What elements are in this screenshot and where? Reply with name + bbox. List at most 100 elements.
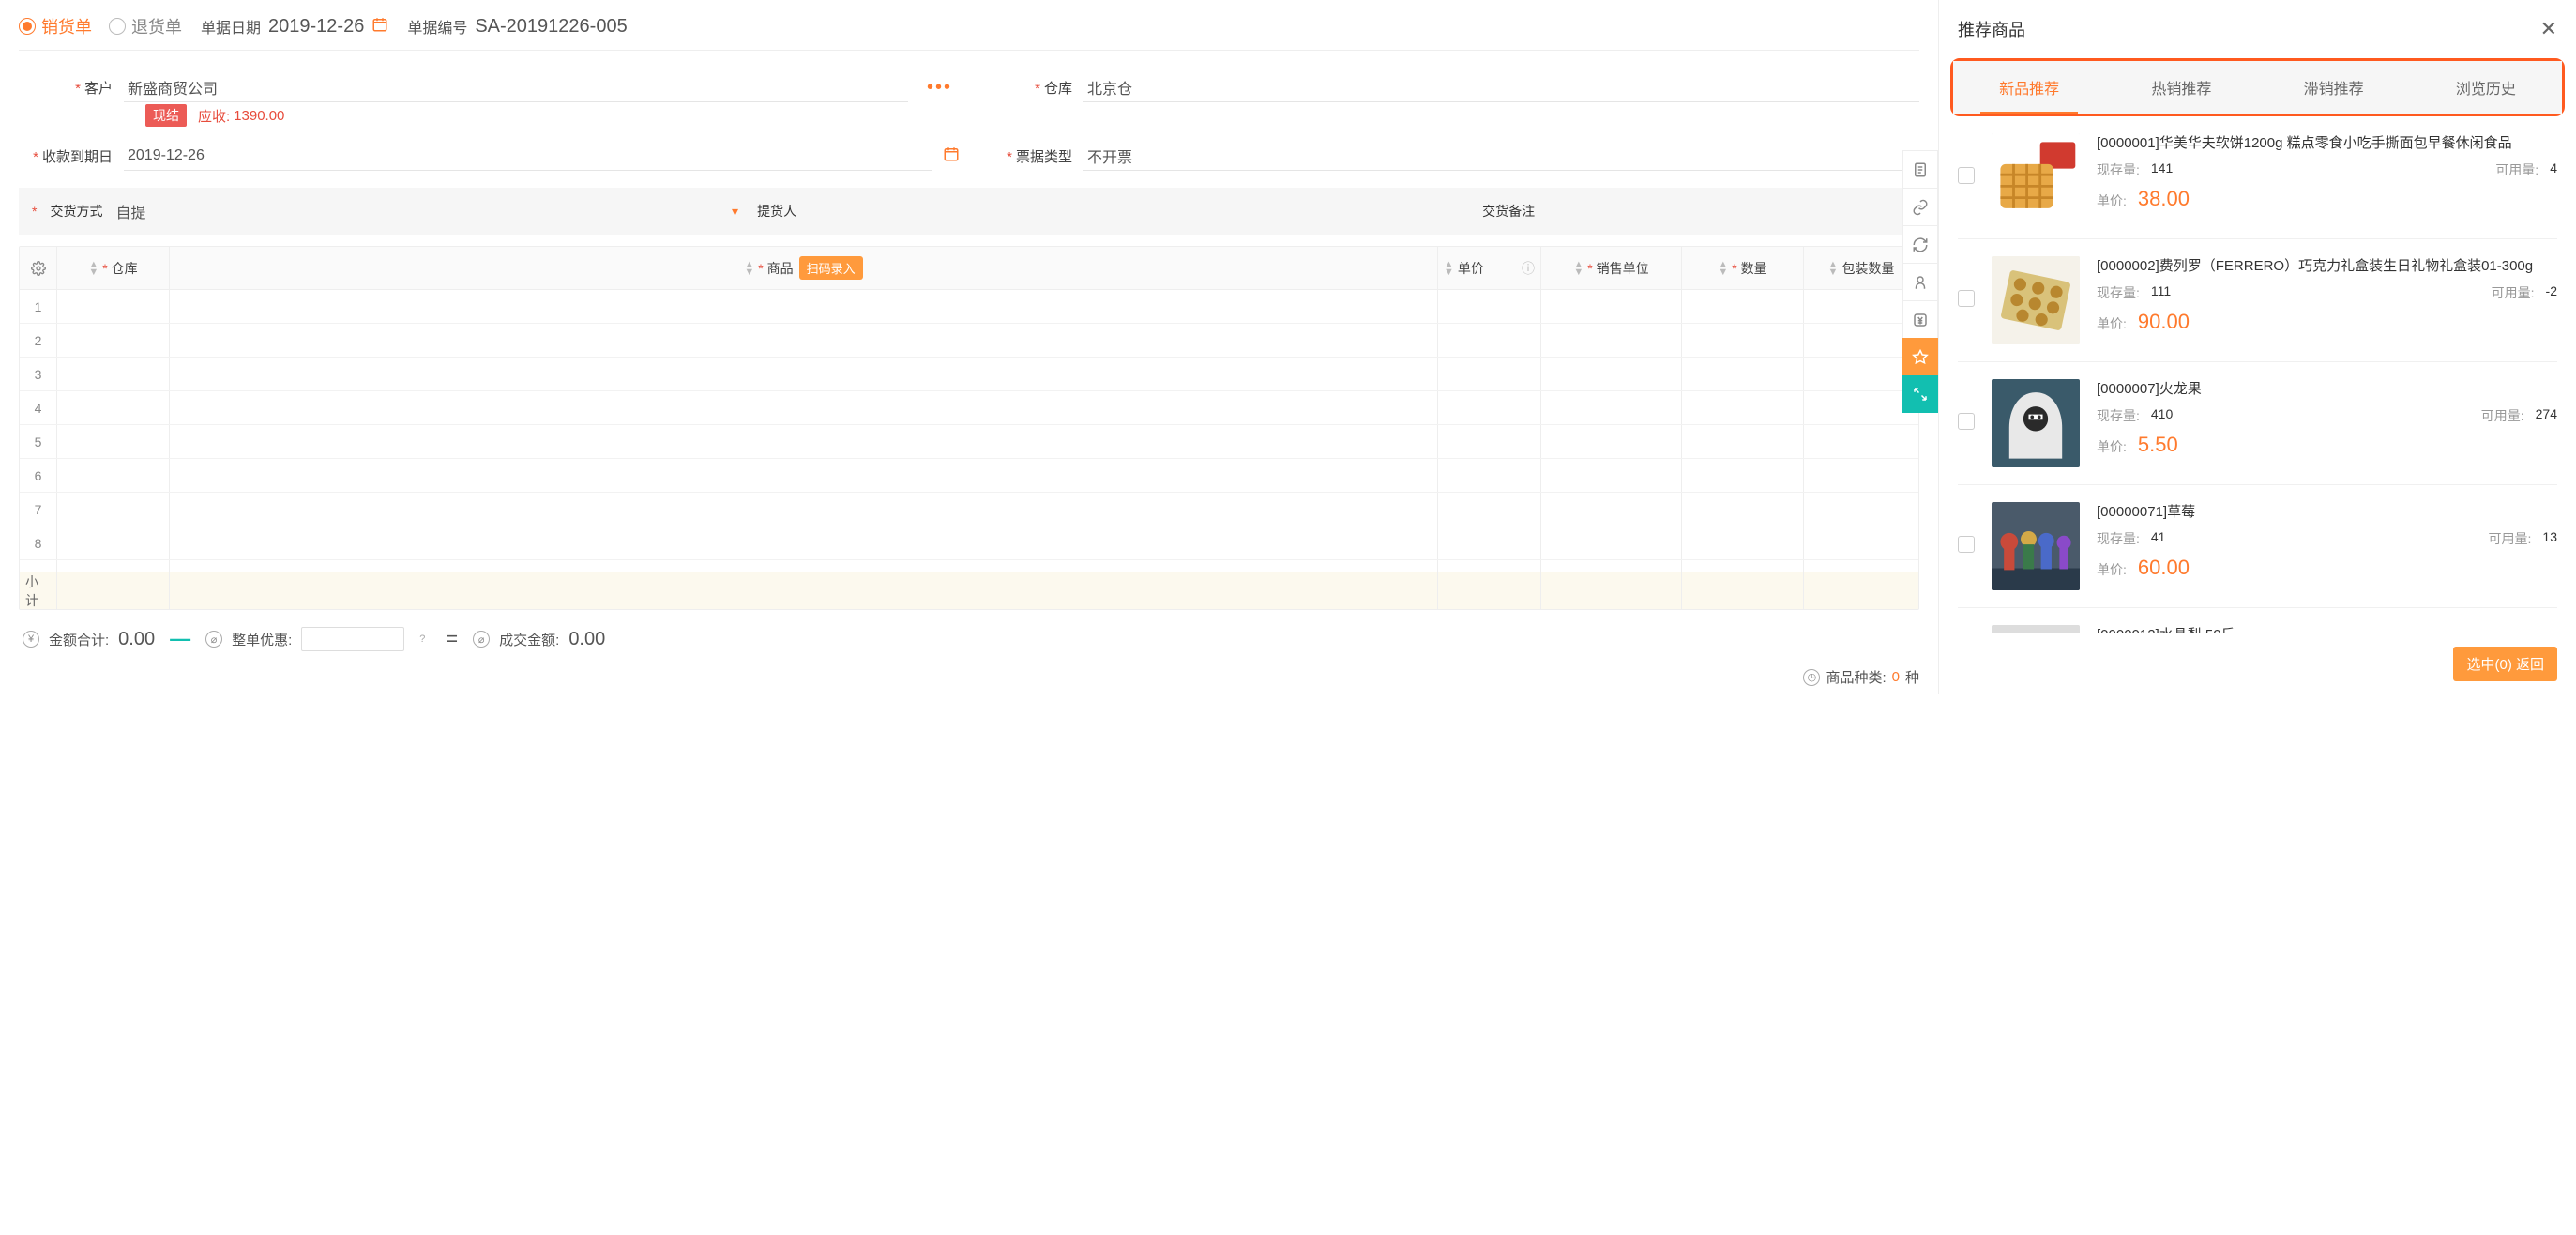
table-row[interactable]: 1 <box>20 290 1918 324</box>
topbar: 销货单 退货单 单据日期 2019-12-26 单据编号 SA-20191226… <box>19 14 1919 51</box>
invoice-type-input[interactable] <box>1083 142 1919 171</box>
product-title: [0000007]火龙果 <box>2097 379 2557 399</box>
product-thumb <box>1992 256 2080 344</box>
table-row[interactable]: 9 <box>20 560 1918 572</box>
total-value: 0.00 <box>118 629 155 650</box>
product-title: [00000071]草莓 <box>2097 502 2557 522</box>
product-thumb <box>1992 133 2080 221</box>
price-value: 5.50 <box>2138 433 2178 457</box>
more-dots-icon[interactable]: ••• <box>919 77 960 99</box>
avail-label: 可用量: <box>2481 406 2524 425</box>
sort-icon: ▲▼ <box>1828 261 1839 276</box>
doc-date-value[interactable]: 2019-12-26 <box>268 16 364 38</box>
kinds-value: 0 <box>1892 669 1900 685</box>
product-checkbox[interactable] <box>1958 536 1975 553</box>
kinds-label: 商品种类: <box>1826 667 1886 687</box>
price-value: 60.00 <box>2138 556 2190 580</box>
tab-slow[interactable]: 滞销推荐 <box>2258 61 2410 114</box>
table-row[interactable]: 6 <box>20 459 1918 493</box>
table-row[interactable]: 5 <box>20 425 1918 459</box>
panel-title: 推荐商品 <box>1958 17 2025 41</box>
sort-icon: ▲▼ <box>744 261 754 276</box>
stock-label: 现存量: <box>2097 283 2140 302</box>
price-value: 38.00 <box>2138 187 2190 211</box>
th-price[interactable]: ▲▼单价ⓘ <box>1438 247 1541 289</box>
table-row[interactable]: 8 <box>20 526 1918 560</box>
head-icon[interactable] <box>1902 263 1938 300</box>
product-thumb <box>1992 379 2080 467</box>
sort-icon: ▲▼ <box>1718 261 1728 276</box>
recommend-panel: 推荐商品 ✕ 新品推荐 热销推荐 滞销推荐 浏览历史 [0000001]华美华夫… <box>1938 0 2576 694</box>
warehouse-input[interactable] <box>1083 73 1919 102</box>
calendar-icon[interactable] <box>943 145 960 167</box>
price-value: 90.00 <box>2138 310 2190 334</box>
table-row[interactable]: 4 <box>20 391 1918 425</box>
pay-tag: 现结 <box>145 104 187 127</box>
price-label: 单价: <box>2097 314 2127 333</box>
stock-value: 141 <box>2151 160 2173 179</box>
product-title: [0000012]水晶梨 50斤 <box>2097 625 2557 633</box>
product-thumb: K <box>1992 625 2080 633</box>
expand-icon[interactable] <box>1902 375 1938 413</box>
stock-label: 现存量: <box>2097 406 2140 425</box>
product-item: [00000071]草莓现存量:41可用量:13单价:60.00 <box>1958 485 2557 608</box>
due-date-input[interactable] <box>124 142 932 171</box>
yen-icon: ¥ <box>23 631 39 648</box>
selected-return-button[interactable]: 选中(0) 返回 <box>2453 647 2557 681</box>
sync-icon[interactable] <box>1902 225 1938 263</box>
product-checkbox[interactable] <box>1958 290 1975 307</box>
product-item: [0000007]火龙果现存量:410可用量:274单价:5.50 <box>1958 362 2557 485</box>
info-icon[interactable]: ⓘ <box>1522 259 1535 278</box>
sort-icon: ▲▼ <box>1444 261 1454 276</box>
table-row[interactable]: 2 <box>20 324 1918 358</box>
product-checkbox[interactable] <box>1958 413 1975 430</box>
th-qty[interactable]: ▲▼*数量 <box>1682 247 1804 289</box>
kinds-count: ◷ 商品种类: 0 种 <box>1803 667 1919 687</box>
th-warehouse[interactable]: ▲▼*仓库 <box>57 247 170 289</box>
delivery-method-input[interactable] <box>112 197 722 225</box>
yen-circle-icon[interactable] <box>1902 300 1938 338</box>
product-item: [0000001]华美华夫软饼1200g 糕点零食小吃手撕面包早餐休闲食品现存量… <box>1958 116 2557 239</box>
link-icon[interactable] <box>1902 188 1938 225</box>
product-title: [0000001]华美华夫软饼1200g 糕点零食小吃手撕面包早餐休闲食品 <box>2097 133 2557 153</box>
radio-returns[interactable]: 退货单 <box>109 14 182 38</box>
gear-column[interactable] <box>20 247 57 289</box>
invoice-type-label: *票据类型 <box>978 146 1072 166</box>
product-title: [0000002]费列罗（FERRERO）巧克力礼盒装生日礼物礼盒装01-300… <box>2097 256 2557 276</box>
recommendation-tabs: 新品推荐 热销推荐 滞销推荐 浏览历史 <box>1953 61 2562 114</box>
stock-value: 410 <box>2151 406 2173 425</box>
doc-date-label: 单据日期 <box>201 15 261 38</box>
subtotal-label: 小计 <box>20 572 57 609</box>
chevron-down-icon[interactable]: ▾ <box>732 204 738 220</box>
customer-input[interactable] <box>124 73 908 102</box>
calendar-icon[interactable] <box>371 16 388 38</box>
note-icon[interactable] <box>1902 150 1938 188</box>
th-pack-qty[interactable]: ▲▼包装数量 <box>1804 247 1918 289</box>
table-row[interactable]: 7 <box>20 493 1918 526</box>
tab-new[interactable]: 新品推荐 <box>1953 61 2105 114</box>
th-product[interactable]: ▲▼*商品扫码录入 <box>170 247 1438 289</box>
avail-label: 可用量: <box>2489 529 2532 548</box>
radio-dot-icon <box>19 18 36 35</box>
tab-history[interactable]: 浏览历史 <box>2410 61 2562 114</box>
close-icon[interactable]: ✕ <box>2540 17 2557 41</box>
scan-badge[interactable]: 扫码录入 <box>799 256 863 280</box>
star-icon[interactable] <box>1902 338 1938 375</box>
radio-sales[interactable]: 销货单 <box>19 14 92 38</box>
product-item: K [0000012]水晶梨 50斤 <box>1958 608 2557 633</box>
sort-icon: ▲▼ <box>88 261 98 276</box>
discount-label: 整单优惠: <box>232 630 292 649</box>
tab-hot[interactable]: 热销推荐 <box>2105 61 2257 114</box>
help-icon[interactable]: ? <box>414 631 431 648</box>
product-checkbox[interactable] <box>1958 167 1975 184</box>
sort-icon: ▲▼ <box>1573 261 1583 276</box>
table-row[interactable]: 3 <box>20 358 1918 391</box>
product-list: [0000001]华美华夫软饼1200g 糕点零食小吃手撕面包早餐休闲食品现存量… <box>1939 116 2576 633</box>
kinds-icon: ◷ <box>1803 669 1820 686</box>
picker-input[interactable] <box>806 197 1463 225</box>
receivable-line: 现结 应收: 1390.00 <box>145 104 1919 127</box>
th-unit[interactable]: ▲▼*销售单位 <box>1541 247 1682 289</box>
table-header: ▲▼*仓库 ▲▼*商品扫码录入 ▲▼单价ⓘ ▲▼*销售单位 ▲▼*数量 ▲▼包装… <box>20 247 1918 290</box>
equals-icon: = <box>440 627 463 651</box>
discount-input[interactable] <box>301 627 404 651</box>
